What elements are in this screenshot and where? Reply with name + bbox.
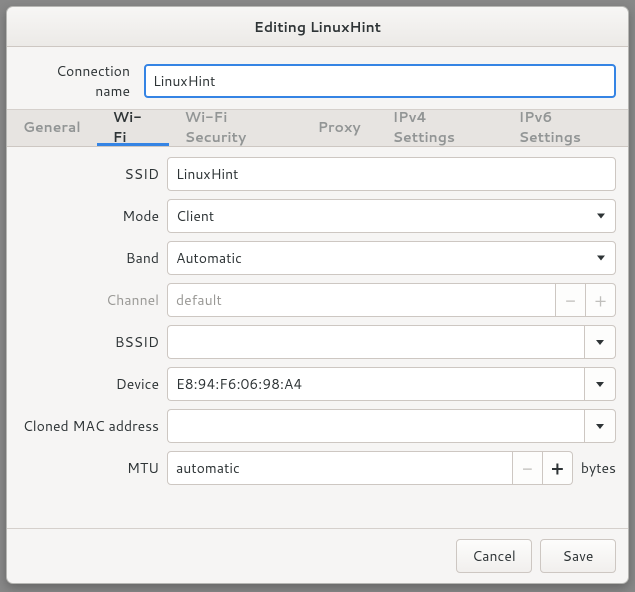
device-label: Device	[19, 374, 159, 394]
mode-label: Mode	[19, 206, 159, 226]
chevron-down-icon	[596, 424, 604, 429]
band-label: Band	[19, 248, 159, 268]
tab-proxy[interactable]: Proxy	[302, 110, 377, 146]
tab-bar: General Wi-Fi Wi-Fi Security Proxy IPv4 …	[7, 109, 628, 147]
form-content: SSID Mode Client Band Automatic	[7, 147, 628, 528]
mtu-increment[interactable]: +	[543, 451, 573, 485]
ssid-input[interactable]	[167, 157, 616, 191]
tab-ipv4-settings[interactable]: IPv4 Settings	[377, 110, 503, 146]
cloned-mac-input[interactable]	[167, 409, 584, 443]
band-value: Automatic	[176, 248, 242, 268]
tab-ipv6-settings[interactable]: IPv6 Settings	[503, 110, 628, 146]
bssid-dropdown-button[interactable]	[584, 325, 616, 359]
channel-label: Channel	[19, 290, 159, 310]
tab-wifi-security[interactable]: Wi-Fi Security	[169, 110, 302, 146]
connection-name-row: Connection name	[7, 47, 628, 109]
mode-value: Client	[176, 206, 214, 226]
mode-select[interactable]: Client	[167, 199, 616, 233]
tab-general[interactable]: General	[7, 110, 97, 146]
connection-name-label: Connection name	[19, 61, 134, 101]
window-title: Editing LinuxHint	[254, 17, 381, 37]
cancel-button[interactable]: Cancel	[456, 539, 532, 573]
window-titlebar: Editing LinuxHint	[7, 7, 628, 47]
tab-wifi[interactable]: Wi-Fi	[97, 110, 169, 146]
mtu-decrement[interactable]: −	[513, 451, 543, 485]
dialog-window: Editing LinuxHint Connection name Genera…	[6, 6, 629, 584]
mtu-input[interactable]	[167, 451, 513, 485]
bssid-input[interactable]	[167, 325, 584, 359]
mtu-label: MTU	[19, 458, 159, 478]
channel-increment: +	[586, 283, 616, 317]
device-input[interactable]	[167, 367, 584, 401]
chevron-down-icon	[596, 340, 604, 345]
chevron-down-icon	[596, 382, 604, 387]
bssid-label: BSSID	[19, 332, 159, 352]
device-dropdown-button[interactable]	[584, 367, 616, 401]
cloned-mac-label: Cloned MAC address	[19, 416, 159, 436]
save-button[interactable]: Save	[540, 539, 616, 573]
dialog-footer: Cancel Save	[7, 528, 628, 583]
cloned-mac-dropdown-button[interactable]	[584, 409, 616, 443]
band-select[interactable]: Automatic	[167, 241, 616, 275]
channel-decrement: −	[556, 283, 586, 317]
chevron-down-icon	[597, 256, 605, 261]
connection-name-input[interactable]	[144, 64, 616, 98]
mtu-suffix: bytes	[581, 451, 616, 485]
chevron-down-icon	[597, 214, 605, 219]
ssid-label: SSID	[19, 164, 159, 184]
channel-input: default	[167, 283, 556, 317]
